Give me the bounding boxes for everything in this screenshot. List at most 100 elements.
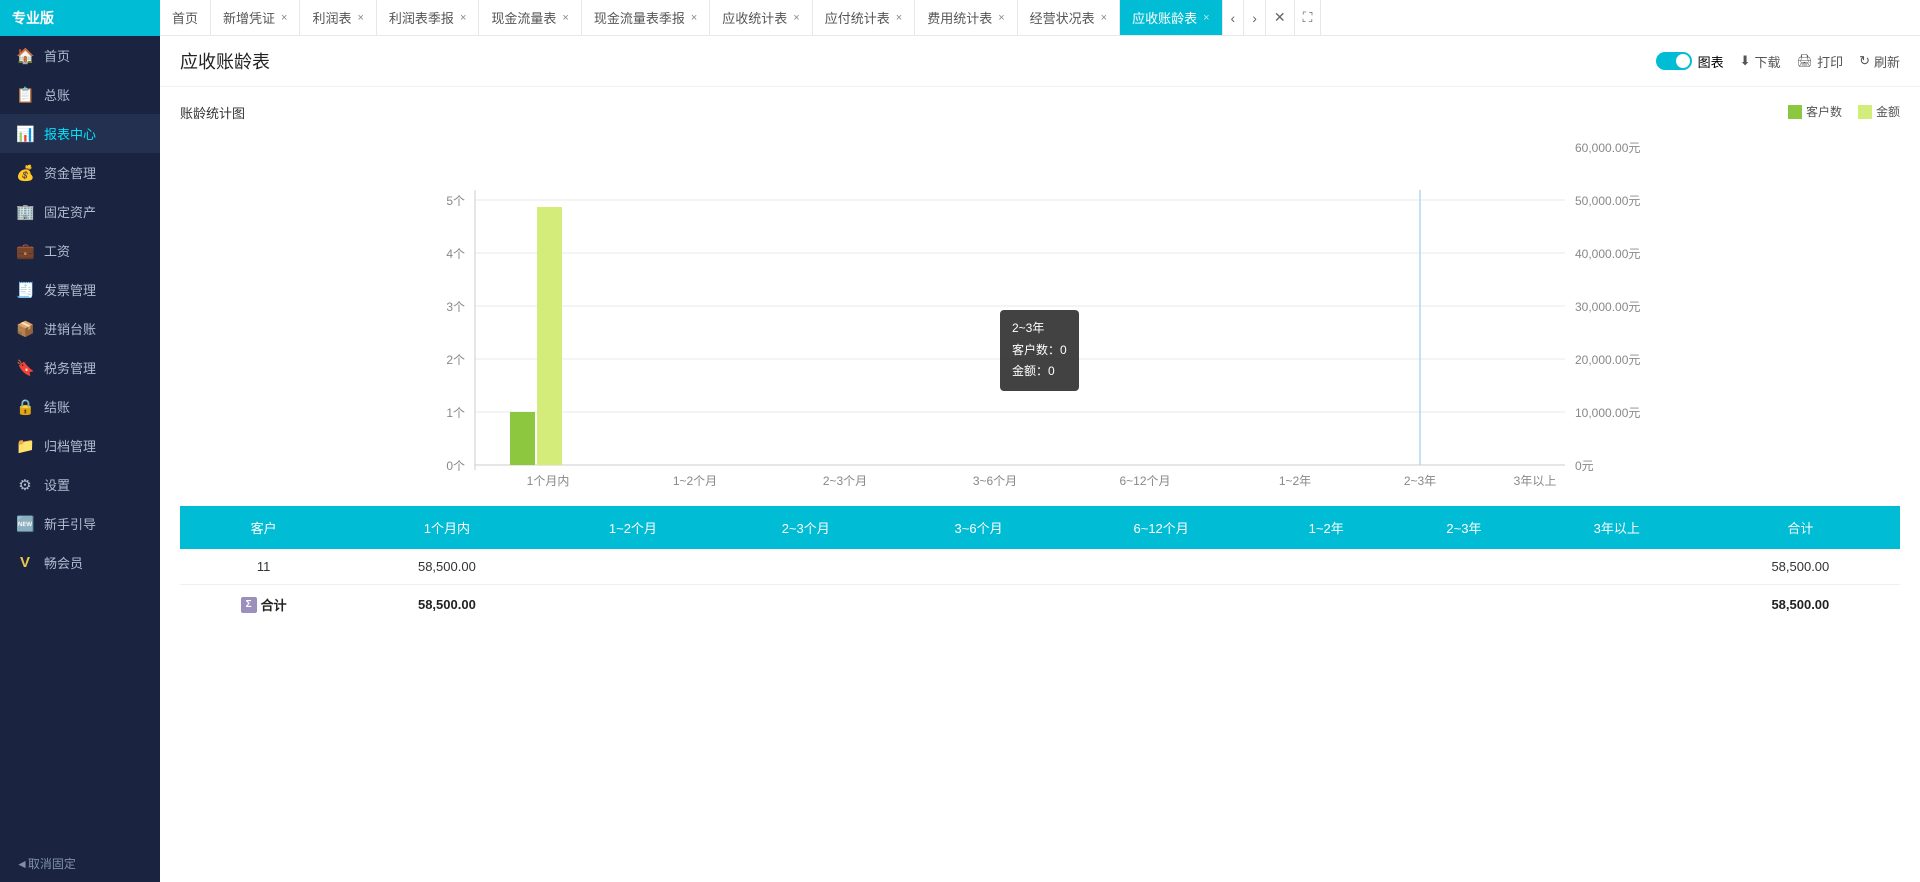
x-label-1: 1~2个月 — [673, 474, 717, 488]
close-tab-profit[interactable]: × — [357, 12, 363, 24]
sidebar-item-ledger[interactable]: 📋 总账 — [0, 75, 160, 114]
y-left-3: 3个 — [446, 300, 465, 314]
table-footer: Σ 合计 58,500.00 58,500.00 — [180, 585, 1900, 625]
legend-customer-label: 客户数 — [1806, 103, 1842, 120]
close-tab-receivable-stats[interactable]: × — [793, 12, 799, 24]
close-tab-profit-quarterly[interactable]: × — [460, 12, 466, 24]
tab-bar: 首页 新增凭证 × 利润表 × 利润表季报 × 现金流量表 × 现金流量表季报 … — [160, 0, 1920, 36]
tab-receivable-stats[interactable]: 应收统计表 × — [710, 0, 812, 36]
inventory-icon: 📦 — [16, 320, 34, 338]
tab-cashflow-quarterly[interactable]: 现金流量表季报 × — [582, 0, 710, 36]
table-header: 客户 1个月内 1~2个月 2~3个月 3~6个月 6~12个月 1~2年 2~… — [180, 506, 1900, 549]
tab-operation-stats-label: 经营状况表 — [1030, 8, 1095, 27]
tab-expense-stats[interactable]: 费用统计表 × — [915, 0, 1017, 36]
download-button[interactable]: ⬇ 下载 — [1740, 52, 1781, 71]
sidebar-item-settings[interactable]: ⚙ 设置 — [0, 465, 160, 504]
tab-home[interactable]: 首页 — [160, 0, 211, 36]
col-y3plus: 3年以上 — [1533, 506, 1701, 549]
sidebar-item-close[interactable]: 🔒 结账 — [0, 387, 160, 426]
y-left-0: 0个 — [446, 459, 465, 473]
tab-operation-stats[interactable]: 经营状况表 × — [1018, 0, 1120, 36]
sidebar-label-tax: 税务管理 — [44, 358, 96, 377]
close-tab-expense-stats[interactable]: × — [998, 12, 1004, 24]
tab-receivable-stats-label: 应收统计表 — [722, 8, 787, 27]
cell-m12 — [547, 549, 720, 585]
archive-icon: 📁 — [16, 437, 34, 455]
sidebar-label-archive: 归档管理 — [44, 436, 96, 455]
table-row: 11 58,500.00 58,500.00 — [180, 549, 1900, 585]
sidebar-label-close: 结账 — [44, 397, 70, 416]
tab-profit-quarterly[interactable]: 利润表季报 × — [377, 0, 479, 36]
legend-amount-color — [1858, 105, 1872, 119]
page-title: 应收账龄表 — [180, 48, 1656, 74]
tab-profit-quarterly-label: 利润表季报 — [389, 8, 454, 27]
toggle-track[interactable] — [1656, 52, 1692, 70]
cell-y12 — [1257, 549, 1395, 585]
tab-payable-stats-label: 应付统计表 — [825, 8, 890, 27]
y-right-5: 50,000.00元 — [1575, 194, 1640, 208]
close-tab-operation-stats[interactable]: × — [1101, 12, 1107, 24]
unpin-button[interactable]: ◄取消固定 — [0, 845, 160, 882]
header-actions: 图表 ⬇ 下载 🖨 打印 ↻ 刷新 — [1656, 52, 1900, 71]
tab-new-voucher-label: 新增凭证 — [223, 8, 275, 27]
footer-y23 — [1395, 585, 1533, 625]
footer-m1: 58,500.00 — [347, 585, 546, 625]
sidebar-item-vip[interactable]: V 畅会员 — [0, 543, 160, 582]
chart-area: 账龄统计图 客户数 金额 0个 1个 2个 3个 — [160, 87, 1920, 506]
page-content: 应收账龄表 图表 ⬇ 下载 🖨 打印 ↻ 刷新 — [160, 36, 1920, 882]
close-tab-cashflow[interactable]: × — [562, 12, 568, 24]
sidebar-item-funds[interactable]: 💰 资金管理 — [0, 153, 160, 192]
sidebar-item-inventory[interactable]: 📦 进销台账 — [0, 309, 160, 348]
close-tab-cashflow-quarterly[interactable]: × — [691, 12, 697, 24]
tab-new-voucher[interactable]: 新增凭证 × — [211, 0, 300, 36]
col-y23: 2~3年 — [1395, 506, 1533, 549]
print-button[interactable]: 🖨 打印 — [1797, 52, 1844, 71]
y-left-4: 4个 — [446, 247, 465, 261]
x-label-3: 3~6个月 — [973, 474, 1017, 488]
close-tab-payable-stats[interactable]: × — [896, 12, 902, 24]
y-right-6: 60,000.00元 — [1575, 141, 1640, 155]
tab-cashflow-quarterly-label: 现金流量表季报 — [594, 8, 685, 27]
cell-m23 — [719, 549, 892, 585]
sidebar-item-payroll[interactable]: 💼 工资 — [0, 231, 160, 270]
y-right-4: 40,000.00元 — [1575, 247, 1640, 261]
sidebar-item-guide[interactable]: 🆕 新手引导 — [0, 504, 160, 543]
tab-cashflow[interactable]: 现金流量表 × — [479, 0, 581, 36]
tab-fullscreen-button[interactable]: ⛶ — [1295, 0, 1322, 36]
vip-icon: V — [16, 554, 34, 571]
chart-legend: 客户数 金额 — [1788, 103, 1900, 120]
ledger-icon: 📋 — [16, 86, 34, 104]
main-area: 首页 新增凭证 × 利润表 × 利润表季报 × 现金流量表 × 现金流量表季报 … — [160, 0, 1920, 882]
chart-container: 0个 1个 2个 3个 4个 5个 — [180, 130, 1900, 490]
sidebar-label-funds: 资金管理 — [44, 163, 96, 182]
footer-y3plus — [1533, 585, 1701, 625]
chart-toggle[interactable]: 图表 — [1656, 52, 1724, 71]
sidebar-item-tax[interactable]: 🔖 税务管理 — [0, 348, 160, 387]
tab-close-all-button[interactable]: ✕ — [1266, 0, 1295, 36]
col-m612: 6~12个月 — [1065, 506, 1257, 549]
close-tab-new-voucher[interactable]: × — [281, 12, 287, 24]
sidebar-item-reports[interactable]: 📊 报表中心 — [0, 114, 160, 153]
sidebar: 专业版 🏠 首页 📋 总账 📊 报表中心 💰 资金管理 🏢 固定资产 💼 工资 … — [0, 0, 160, 882]
sidebar-item-archive[interactable]: 📁 归档管理 — [0, 426, 160, 465]
tab-aging-report[interactable]: 应收账龄表 × — [1120, 0, 1222, 36]
sidebar-label-home: 首页 — [44, 46, 70, 65]
sidebar-label-inventory: 进销台账 — [44, 319, 96, 338]
col-m1: 1个月内 — [347, 506, 546, 549]
bar-amount-0 — [537, 207, 562, 465]
tab-next-button[interactable]: › — [1244, 0, 1266, 36]
cell-m612 — [1065, 549, 1257, 585]
download-icon: ⬇ — [1740, 53, 1751, 69]
sidebar-item-invoice[interactable]: 🧾 发票管理 — [0, 270, 160, 309]
sidebar-item-home[interactable]: 🏠 首页 — [0, 36, 160, 75]
tab-payable-stats[interactable]: 应付统计表 × — [813, 0, 915, 36]
x-label-0: 1个月内 — [527, 474, 570, 488]
cell-y23 — [1395, 549, 1533, 585]
tab-prev-button[interactable]: ‹ — [1223, 0, 1245, 36]
toggle-label: 图表 — [1698, 52, 1724, 71]
tab-profit[interactable]: 利润表 × — [300, 0, 376, 36]
footer-label: Σ 合计 — [180, 585, 347, 625]
refresh-button[interactable]: ↻ 刷新 — [1859, 52, 1900, 71]
sidebar-item-assets[interactable]: 🏢 固定资产 — [0, 192, 160, 231]
close-tab-aging-report[interactable]: × — [1203, 12, 1209, 24]
